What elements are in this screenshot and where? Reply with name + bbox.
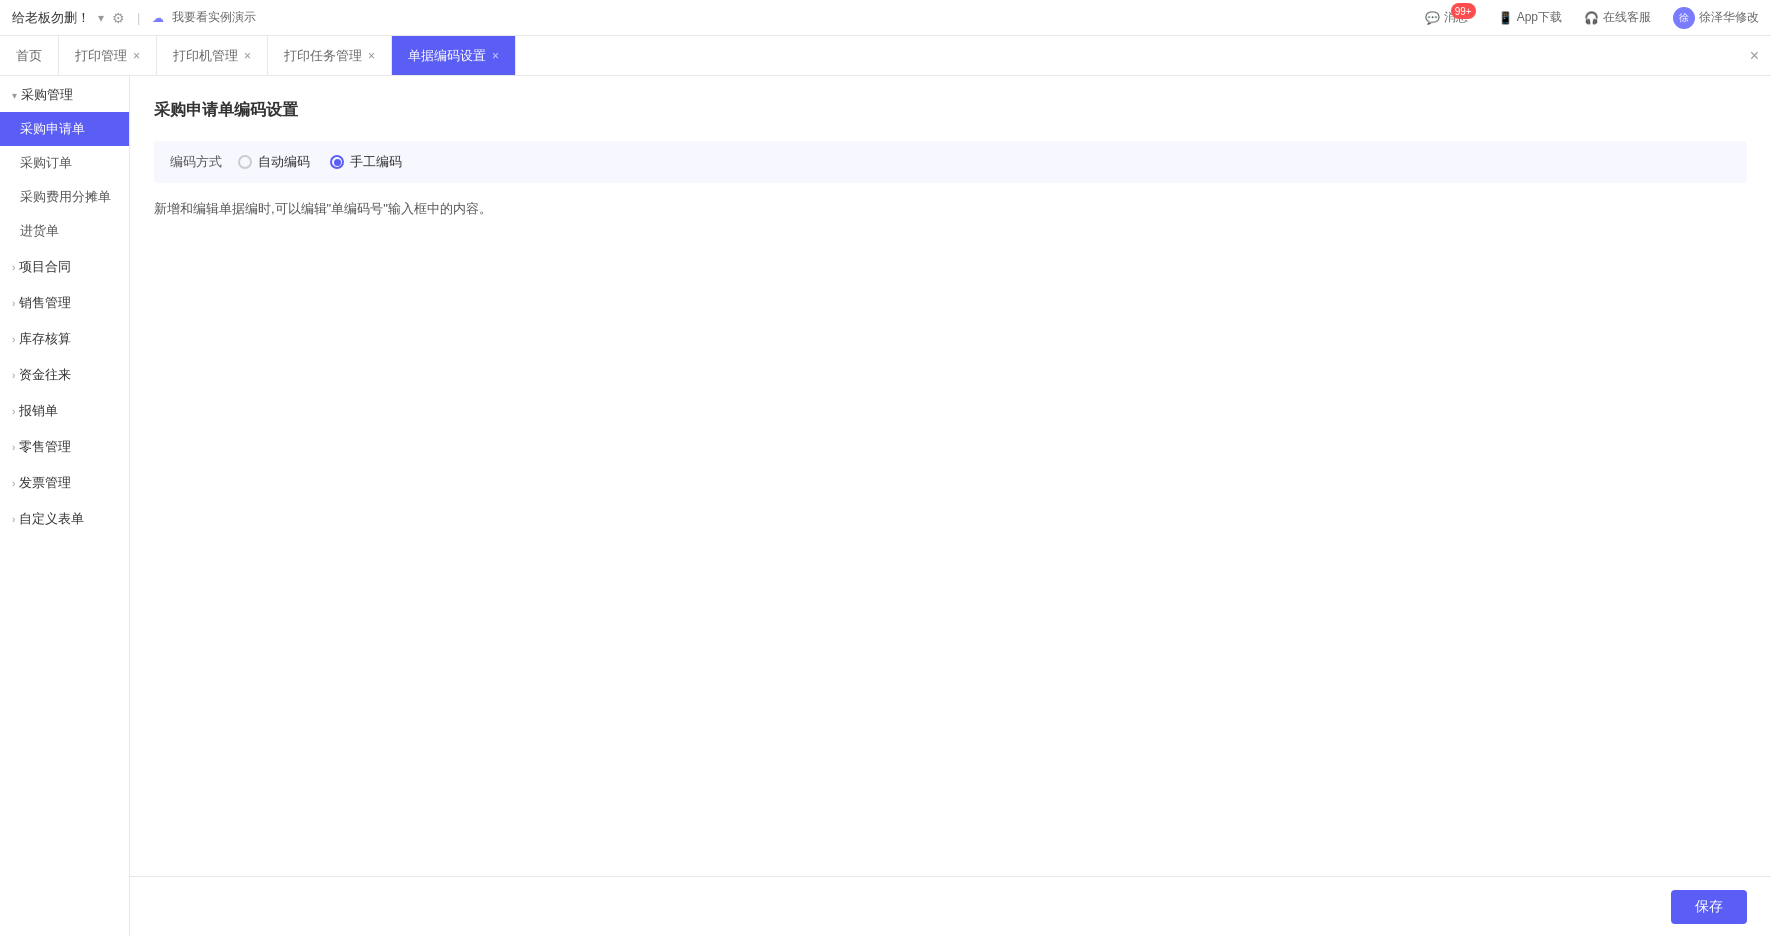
tab-home[interactable]: 首页 [0,36,59,75]
sidebar-group-label-returns: 报销单 [19,402,58,420]
online-support-button[interactable]: 🎧 在线客服 [1584,9,1651,26]
encoding-label: 编码方式 [170,153,222,171]
expand-arrow-icon-2: › [12,298,15,309]
message-button[interactable]: 💬 消息 99+ [1425,9,1468,26]
tab-bar-close-all[interactable]: × [1750,47,1771,65]
sidebar-item-incoming[interactable]: 进货单 [0,214,129,248]
sidebar-group-inventory: › 库存核算 [0,320,129,356]
app-download-button[interactable]: 📱 App下载 [1498,9,1562,26]
sidebar-item-label-purchase-order: 采购订单 [20,155,72,170]
sidebar-group-label-inventory: 库存核算 [19,330,71,348]
content-area: 采购申请单编码设置 编码方式 自动编码 手工编码 新增和编辑单据编时,可以编辑"… [130,76,1771,936]
app-download-label: App下载 [1517,9,1562,26]
sidebar: ▾ 采购管理 采购申请单 采购订单 采购费用分摊单 进货单 › 项目合同 [0,76,130,936]
tab-barcode-settings-label: 单据编码设置 [408,47,486,65]
tab-bar: 首页 打印管理 × 打印机管理 × 打印任务管理 × 单据编码设置 × × [0,36,1771,76]
expand-arrow-icon-6: › [12,442,15,453]
cloud-icon: ☁ [152,11,164,25]
sidebar-group-title-inventory[interactable]: › 库存核算 [0,320,129,356]
expand-arrow-icon-7: › [12,478,15,489]
app-download-icon: 📱 [1498,11,1513,25]
sidebar-group-capital: › 资金往来 [0,356,129,392]
expand-arrow-icon-1: › [12,262,15,273]
sidebar-group-invoice-mgmt: › 发票管理 [0,464,129,500]
message-badge: 99+ [1451,3,1476,19]
sidebar-item-label-purchase-expense: 采购费用分摊单 [20,189,111,204]
tab-home-label: 首页 [16,47,42,65]
tab-print-task-mgmt-close[interactable]: × [368,49,375,63]
content-body: 采购申请单编码设置 编码方式 自动编码 手工编码 新增和编辑单据编时,可以编辑"… [130,76,1771,876]
radio-manual-code-circle[interactable] [330,155,344,169]
tab-print-mgmt-close[interactable]: × [133,49,140,63]
sidebar-item-purchase-order[interactable]: 采购订单 [0,146,129,180]
sidebar-group-project-contract: › 项目合同 [0,248,129,284]
radio-auto-code[interactable]: 自动编码 [238,153,310,171]
message-icon: 💬 [1425,11,1440,25]
radio-manual-code[interactable]: 手工编码 [330,153,402,171]
expand-arrow-icon-3: › [12,334,15,345]
user-name: 徐泽华修改 [1699,9,1759,26]
sidebar-group-title-returns[interactable]: › 报销单 [0,392,129,428]
sidebar-group-label-purchase-mgmt: 采购管理 [21,86,73,104]
sidebar-group-purchase-mgmt: ▾ 采购管理 采购申请单 采购订单 采购费用分摊单 进货单 [0,76,129,248]
sidebar-group-returns: › 报销单 [0,392,129,428]
tab-printer-mgmt[interactable]: 打印机管理 × [157,36,268,75]
tab-barcode-settings[interactable]: 单据编码设置 × [392,36,516,75]
tab-print-task-mgmt-label: 打印任务管理 [284,47,362,65]
collapse-arrow-icon: ▾ [12,90,17,101]
user-menu[interactable]: 徐 徐泽华修改 [1673,7,1759,29]
sidebar-group-title-retail-mgmt[interactable]: › 零售管理 [0,428,129,464]
online-support-label: 在线客服 [1603,9,1651,26]
expand-arrow-icon-5: › [12,406,15,417]
sidebar-group-label-sales-mgmt: 销售管理 [19,294,71,312]
page-title: 采购申请单编码设置 [154,100,1747,121]
radio-manual-code-label: 手工编码 [350,153,402,171]
sidebar-item-purchase-expense[interactable]: 采购费用分摊单 [0,180,129,214]
divider: | [137,10,140,25]
sidebar-group-title-purchase-mgmt[interactable]: ▾ 采购管理 [0,76,129,112]
sidebar-group-title-invoice-mgmt[interactable]: › 发票管理 [0,464,129,500]
tab-print-mgmt[interactable]: 打印管理 × [59,36,157,75]
sidebar-group-sales-mgmt: › 销售管理 [0,284,129,320]
encoding-row: 编码方式 自动编码 手工编码 [154,141,1747,183]
expand-arrow-icon-8: › [12,514,15,525]
sidebar-group-label-custom-forms: 自定义表单 [19,510,84,528]
app-title: 给老板勿删！ [12,9,90,27]
sidebar-group-retail-mgmt: › 零售管理 [0,428,129,464]
sidebar-group-label-retail-mgmt: 零售管理 [19,438,71,456]
sidebar-group-label-project-contract: 项目合同 [19,258,71,276]
sidebar-group-title-capital[interactable]: › 资金往来 [0,356,129,392]
sidebar-group-title-custom-forms[interactable]: › 自定义表单 [0,500,129,536]
radio-auto-code-label: 自动编码 [258,153,310,171]
sidebar-group-label-invoice-mgmt: 发票管理 [19,474,71,492]
expand-arrow-icon-4: › [12,370,15,381]
radio-auto-code-circle[interactable] [238,155,252,169]
tab-printer-mgmt-close[interactable]: × [244,49,251,63]
top-bar: 给老板勿删！ ▾ ⚙ | ☁ 我要看实例演示 💬 消息 99+ 📱 App下载 … [0,0,1771,36]
hint-text: 新增和编辑单据编时,可以编辑"单编码号"输入框中的内容。 [154,199,1747,220]
headset-icon: 🎧 [1584,11,1599,25]
dropdown-arrow-icon[interactable]: ▾ [98,11,104,25]
main-layout: ▾ 采购管理 采购申请单 采购订单 采购费用分摊单 进货单 › 项目合同 [0,76,1771,936]
sidebar-item-label-incoming: 进货单 [20,223,59,238]
settings-icon[interactable]: ⚙ [112,10,125,26]
sidebar-item-purchase-request[interactable]: 采购申请单 [0,112,129,146]
top-bar-right: 💬 消息 99+ 📱 App下载 🎧 在线客服 徐 徐泽华修改 [1425,7,1759,29]
tab-printer-mgmt-label: 打印机管理 [173,47,238,65]
cloud-demo-link[interactable]: 我要看实例演示 [172,9,256,26]
avatar: 徐 [1673,7,1695,29]
sidebar-group-label-capital: 资金往来 [19,366,71,384]
tab-print-task-mgmt[interactable]: 打印任务管理 × [268,36,392,75]
content-footer: 保存 [130,876,1771,936]
sidebar-group-title-sales-mgmt[interactable]: › 销售管理 [0,284,129,320]
sidebar-item-label-purchase-request: 采购申请单 [20,121,85,136]
tab-barcode-settings-close[interactable]: × [492,49,499,63]
save-button[interactable]: 保存 [1671,890,1747,924]
radio-group-encoding: 自动编码 手工编码 [238,153,402,171]
tab-print-mgmt-label: 打印管理 [75,47,127,65]
sidebar-group-title-project-contract[interactable]: › 项目合同 [0,248,129,284]
top-bar-left: 给老板勿删！ ▾ ⚙ | ☁ 我要看实例演示 [12,9,256,27]
sidebar-group-custom-forms: › 自定义表单 [0,500,129,536]
